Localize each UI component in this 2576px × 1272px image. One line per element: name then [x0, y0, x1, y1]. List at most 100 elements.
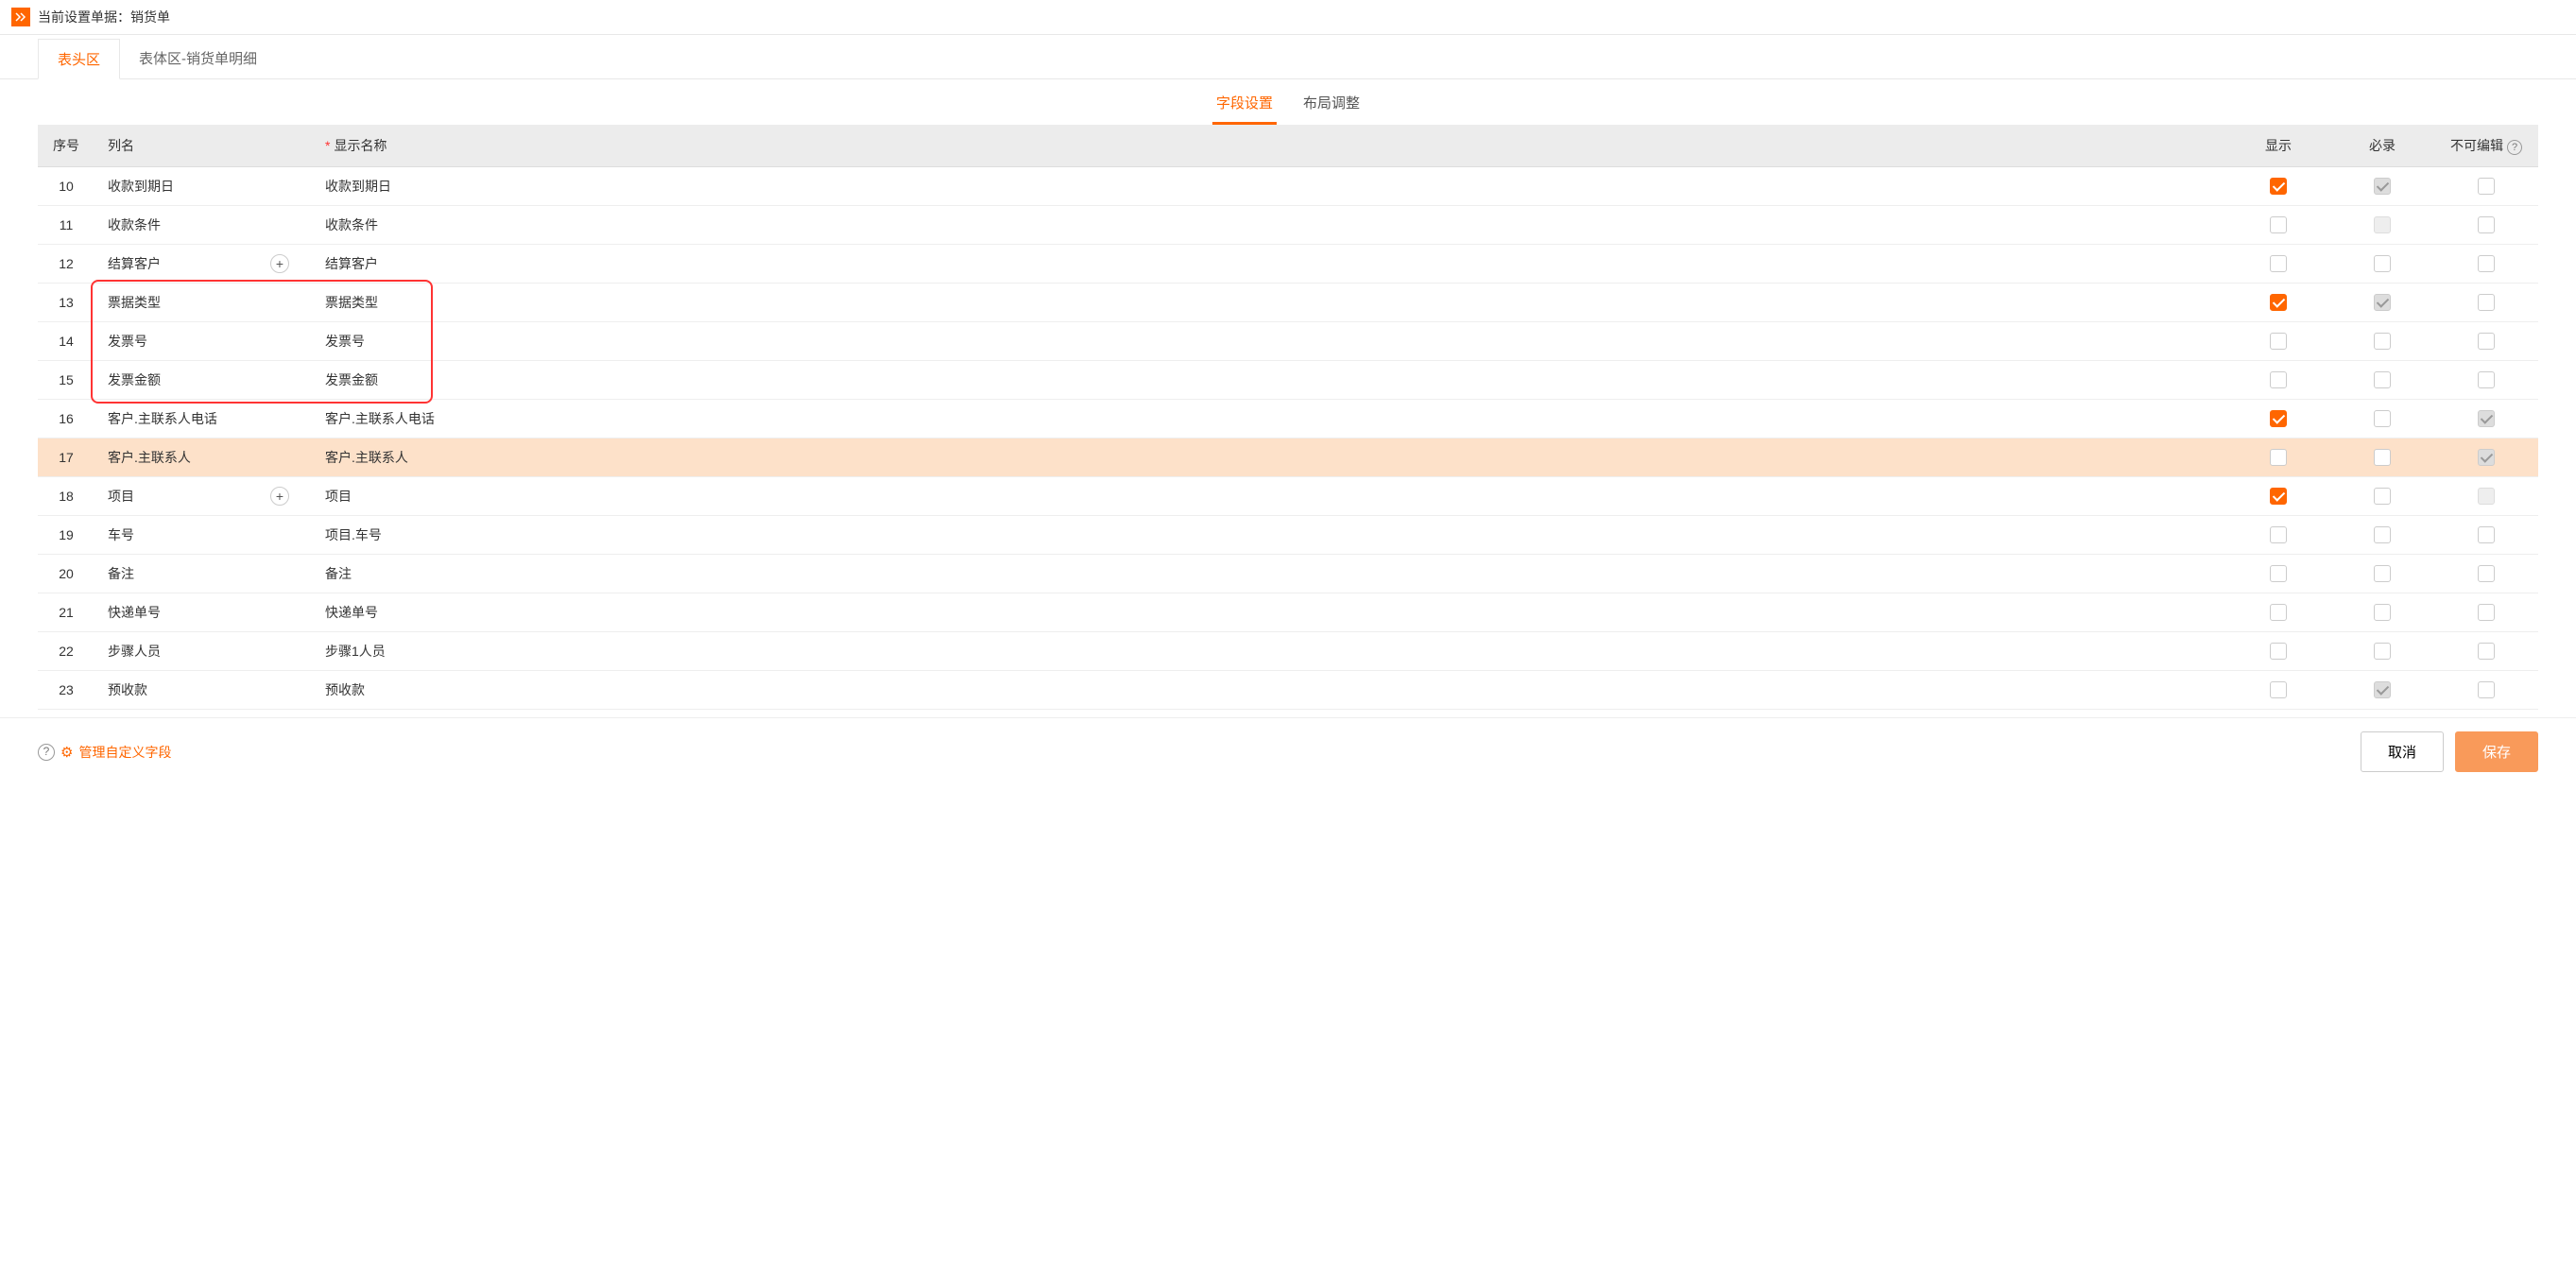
- checkbox-show[interactable]: [2270, 216, 2287, 233]
- cancel-button[interactable]: 取消: [2361, 731, 2444, 772]
- cell-noedit: [2434, 555, 2538, 593]
- checkbox-noedit[interactable]: [2478, 216, 2495, 233]
- table-row[interactable]: 22 步骤人员 步骤1人员: [38, 632, 2538, 671]
- cell-display-name[interactable]: 票据类型: [312, 284, 2226, 322]
- cell-required: [2330, 438, 2434, 477]
- cell-display-name[interactable]: 步骤1人员: [312, 632, 2226, 671]
- question-icon[interactable]: ?: [38, 744, 55, 761]
- cell-required: [2330, 206, 2434, 245]
- cell-show: [2226, 555, 2330, 593]
- cell-display-name[interactable]: 备注: [312, 555, 2226, 593]
- expand-children-button[interactable]: +: [270, 254, 289, 273]
- checkbox-required[interactable]: [2374, 643, 2391, 660]
- checkbox-show[interactable]: [2270, 178, 2287, 195]
- cell-display-name[interactable]: 发票金额: [312, 361, 2226, 400]
- checkbox-noedit[interactable]: [2478, 294, 2495, 311]
- checkbox-noedit[interactable]: [2478, 526, 2495, 543]
- cell-display-name[interactable]: 发票号: [312, 322, 2226, 361]
- th-display-name: *显示名称: [312, 125, 2226, 167]
- checkbox-show[interactable]: [2270, 371, 2287, 388]
- th-show: 显示: [2226, 125, 2330, 167]
- cell-display-name[interactable]: 收款到期日: [312, 167, 2226, 206]
- cell-colname: 备注: [94, 555, 312, 593]
- checkbox-noedit[interactable]: [2478, 255, 2495, 272]
- checkbox-show[interactable]: [2270, 681, 2287, 698]
- cell-display-name[interactable]: 快递单号: [312, 593, 2226, 632]
- checkbox-noedit[interactable]: [2478, 371, 2495, 388]
- table-row[interactable]: 21 快递单号 快递单号: [38, 593, 2538, 632]
- cell-display-name[interactable]: 项目: [312, 477, 2226, 516]
- cell-colname: 客户.主联系人: [94, 438, 312, 477]
- checkbox-noedit[interactable]: [2478, 604, 2495, 621]
- cell-colname: 快递单号: [94, 593, 312, 632]
- checkbox-show[interactable]: [2270, 526, 2287, 543]
- checkbox-required[interactable]: [2374, 449, 2391, 466]
- checkbox-required[interactable]: [2374, 371, 2391, 388]
- table-row[interactable]: 15 发票金额 发票金额: [38, 361, 2538, 400]
- expand-children-button[interactable]: +: [270, 487, 289, 506]
- cell-seq: 18: [38, 477, 94, 516]
- th-seq: 序号: [38, 125, 94, 167]
- checkbox-show[interactable]: [2270, 449, 2287, 466]
- tab-body-area[interactable]: 表体区-销货单明细: [120, 39, 276, 78]
- checkbox-show[interactable]: [2270, 255, 2287, 272]
- cell-show: [2226, 400, 2330, 438]
- checkbox-required[interactable]: [2374, 410, 2391, 427]
- manage-custom-fields-link[interactable]: 管理自定义字段: [78, 743, 171, 762]
- cell-colname: 收款条件: [94, 206, 312, 245]
- tab-header-area[interactable]: 表头区: [38, 39, 120, 79]
- checkbox-required[interactable]: [2374, 333, 2391, 350]
- help-icon[interactable]: ?: [2507, 140, 2522, 155]
- table-row[interactable]: 23 预收款 预收款: [38, 671, 2538, 710]
- cell-display-name[interactable]: 客户.主联系人电话: [312, 400, 2226, 438]
- checkbox-noedit: [2478, 488, 2495, 505]
- checkbox-show[interactable]: [2270, 565, 2287, 582]
- checkbox-show[interactable]: [2270, 604, 2287, 621]
- table-row[interactable]: 19 车号 项目.车号: [38, 516, 2538, 555]
- checkbox-required[interactable]: [2374, 255, 2391, 272]
- checkbox-show[interactable]: [2270, 488, 2287, 505]
- cell-show: [2226, 284, 2330, 322]
- cell-seq: 11: [38, 206, 94, 245]
- checkbox-show[interactable]: [2270, 333, 2287, 350]
- subtab-field-settings[interactable]: 字段设置: [1212, 93, 1277, 125]
- cell-display-name[interactable]: 项目.车号: [312, 516, 2226, 555]
- cell-noedit: [2434, 361, 2538, 400]
- checkbox-show[interactable]: [2270, 410, 2287, 427]
- expand-sidebar-button[interactable]: [11, 8, 30, 26]
- checkbox-required[interactable]: [2374, 526, 2391, 543]
- cell-display-name[interactable]: 收款条件: [312, 206, 2226, 245]
- table-row[interactable]: 20 备注 备注: [38, 555, 2538, 593]
- table-row[interactable]: 17 客户.主联系人 客户.主联系人: [38, 438, 2538, 477]
- checkbox-show[interactable]: [2270, 294, 2287, 311]
- cell-display-name[interactable]: 客户.主联系人: [312, 438, 2226, 477]
- table-row[interactable]: 11 收款条件 收款条件: [38, 206, 2538, 245]
- header-bar: 当前设置单据： 销货单: [0, 0, 2576, 35]
- cell-display-name[interactable]: 预收款: [312, 671, 2226, 710]
- cell-colname: 发票号: [94, 322, 312, 361]
- cell-colname: 客户.主联系人电话: [94, 400, 312, 438]
- cell-noedit: [2434, 632, 2538, 671]
- checkbox-noedit[interactable]: [2478, 681, 2495, 698]
- table-row[interactable]: 10 收款到期日 收款到期日: [38, 167, 2538, 206]
- checkbox-required[interactable]: [2374, 565, 2391, 582]
- checkbox-noedit[interactable]: [2478, 565, 2495, 582]
- cell-display-name[interactable]: 结算客户: [312, 245, 2226, 284]
- checkbox-show[interactable]: [2270, 643, 2287, 660]
- checkbox-required[interactable]: [2374, 604, 2391, 621]
- subtab-layout-adjust[interactable]: 布局调整: [1299, 93, 1364, 125]
- cell-seq: 16: [38, 400, 94, 438]
- checkbox-noedit[interactable]: [2478, 643, 2495, 660]
- table-row[interactable]: 14 发票号 发票号: [38, 322, 2538, 361]
- cell-required: [2330, 322, 2434, 361]
- table-row[interactable]: 16 客户.主联系人电话 客户.主联系人电话: [38, 400, 2538, 438]
- save-button[interactable]: 保存: [2455, 731, 2538, 772]
- table-row[interactable]: 18 项目+ 项目: [38, 477, 2538, 516]
- checkbox-required[interactable]: [2374, 488, 2391, 505]
- th-noedit: 不可编辑?: [2434, 125, 2538, 167]
- cell-noedit: [2434, 322, 2538, 361]
- table-row[interactable]: 12 结算客户+ 结算客户: [38, 245, 2538, 284]
- checkbox-noedit[interactable]: [2478, 333, 2495, 350]
- checkbox-noedit[interactable]: [2478, 178, 2495, 195]
- table-row[interactable]: 13 票据类型 票据类型: [38, 284, 2538, 322]
